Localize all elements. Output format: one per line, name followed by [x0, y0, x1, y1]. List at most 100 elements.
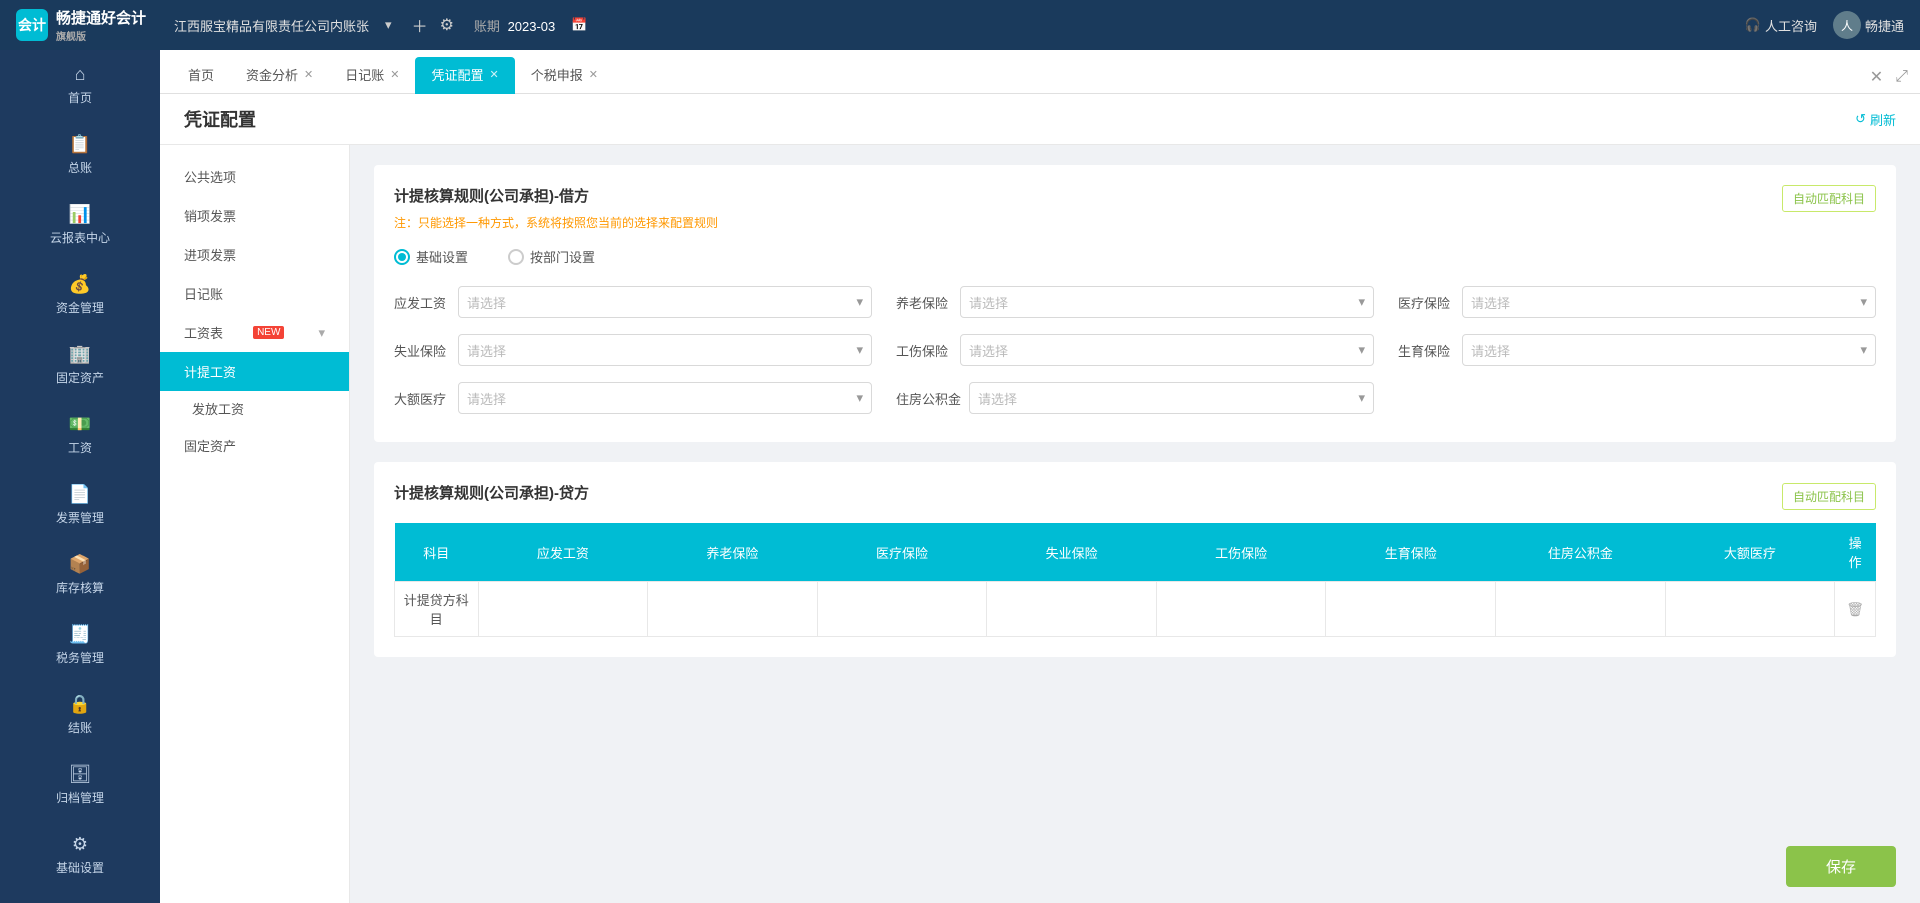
td-sybx2[interactable] — [1326, 582, 1496, 637]
sidebar-item-archive[interactable]: 🗄 归档管理 — [0, 750, 160, 820]
tab-journal-label: 日记账 — [345, 65, 384, 84]
input-ylbx2[interactable] — [826, 602, 979, 617]
sidebar: ⌂ 首页 📋 总账 📊 云报表中心 💰 资金管理 🏢 固定资产 💵 工资 📄 发… — [0, 50, 160, 903]
select-ylbx2[interactable]: 请选择 ▾ — [1462, 286, 1876, 318]
tab-tax[interactable]: 个税申报 ✕ — [515, 57, 614, 94]
archive-icon: 🗄 — [69, 764, 92, 785]
td-yfgz[interactable] — [478, 582, 648, 637]
logo-icon: 会计 — [16, 9, 48, 41]
sidebar-item-invoice[interactable]: 📄 发票管理 — [0, 470, 160, 540]
select-gsbx[interactable]: 请选择 ▾ — [960, 334, 1374, 366]
sidebar-label-inventory: 库存核算 — [56, 579, 104, 596]
expand-icon: ▾ — [318, 325, 325, 341]
sidebar-item-close[interactable]: 🔒 结账 — [0, 680, 160, 750]
td-zfgjj[interactable] — [1496, 582, 1666, 637]
sidebar-item-asset[interactable]: 🏢 固定资产 — [0, 330, 160, 400]
select-yfgz[interactable]: 请选择 ▾ — [458, 286, 872, 318]
delete-row-button[interactable]: 🗑 — [1846, 601, 1864, 617]
sidebar-label-close: 结账 — [68, 719, 92, 736]
th-yfgz: 应发工资 — [478, 523, 648, 582]
sidebar-item-ledger[interactable]: 📋 总账 — [0, 120, 160, 190]
page-header: 凭证配置 ↺ 刷新 — [160, 94, 1920, 145]
inner-layout: 公共选项 销项发票 进项发票 日记账 工资表 NEW ▾ 计提工资 — [160, 145, 1920, 903]
sidebar-item-tax[interactable]: 🧾 税务管理 — [0, 610, 160, 680]
input-ylbx[interactable] — [656, 602, 809, 617]
calendar-icon[interactable]: 📅 — [571, 17, 587, 33]
leftnav-public[interactable]: 公共选项 — [160, 157, 349, 196]
radio-dept-circle — [508, 249, 524, 265]
field-ylbx: 养老保险 请选择 ▾ — [896, 286, 1374, 318]
tab-home-label: 首页 — [188, 65, 214, 84]
tab-expand-icon[interactable]: ⤢ — [1895, 68, 1908, 86]
debit-auto-match-button[interactable]: 自动匹配科目 — [1782, 185, 1876, 212]
tab-voucher[interactable]: 凭证配置 ✕ — [415, 57, 514, 94]
avatar: 人 — [1833, 11, 1861, 39]
input-zfgjj[interactable] — [1504, 602, 1657, 617]
input-yfgz[interactable] — [487, 602, 640, 617]
select-ylbx2-placeholder: 请选择 — [1471, 293, 1510, 312]
select-zfgjj[interactable]: 请选择 ▾ — [969, 382, 1374, 414]
credit-auto-match-button[interactable]: 自动匹配科目 — [1782, 483, 1876, 510]
sidebar-item-guide[interactable]: 📖 新手引导 — [0, 890, 160, 903]
radio-basic[interactable]: 基础设置 — [394, 247, 468, 266]
settings-icon[interactable]: ⚙ — [440, 15, 454, 35]
period-label: 账期 2023-03 — [474, 16, 555, 35]
leftnav-wage-calc[interactable]: 计提工资 — [160, 352, 349, 391]
select-ylbx-placeholder: 请选择 — [969, 293, 1008, 312]
input-sybx[interactable] — [995, 602, 1148, 617]
select-sybx[interactable]: 请选择 ▾ — [458, 334, 872, 366]
sidebar-item-fund[interactable]: 💰 资金管理 — [0, 260, 160, 330]
leftnav-fixed-asset[interactable]: 固定资产 — [160, 426, 349, 465]
sidebar-label-salary: 工资 — [68, 439, 92, 456]
input-gsbx[interactable] — [1165, 602, 1318, 617]
input-sybx2[interactable] — [1334, 602, 1487, 617]
input-dely[interactable] — [1674, 602, 1827, 617]
consult-button[interactable]: 🎧 人工咨询 — [1745, 16, 1817, 35]
field-ylbx2: 医疗保险 请选择 ▾ — [1398, 286, 1876, 318]
tab-close-window-icon[interactable]: ✕ — [1870, 67, 1883, 87]
td-gsbx[interactable] — [1156, 582, 1326, 637]
page-title: 凭证配置 — [184, 106, 256, 132]
leftnav-purchase[interactable]: 进项发票 — [160, 235, 349, 274]
save-button[interactable]: 保存 — [1786, 846, 1896, 887]
sidebar-item-salary[interactable]: 💵 工资 — [0, 400, 160, 470]
field-sybx: 失业保险 请选择 ▾ — [394, 334, 872, 366]
tab-fund-close[interactable]: ✕ — [304, 68, 313, 81]
leftnav-wage-table[interactable]: 工资表 NEW ▾ — [160, 313, 349, 352]
tab-journal-close[interactable]: ✕ — [390, 68, 399, 81]
select-ylbx-arrow: ▾ — [1358, 294, 1365, 310]
company-dropdown-icon[interactable]: ▾ — [385, 17, 392, 33]
label-ylbx: 养老保险 — [896, 293, 952, 312]
leftnav-wage-pay[interactable]: 发放工资 — [160, 391, 349, 426]
refresh-button[interactable]: ↺ 刷新 — [1855, 110, 1896, 129]
tab-tax-close[interactable]: ✕ — [589, 68, 598, 81]
td-sybx[interactable] — [987, 582, 1157, 637]
sidebar-item-settings[interactable]: ⚙ 基础设置 — [0, 820, 160, 890]
asset-icon: 🏢 — [69, 344, 91, 365]
leftnav-fixed-asset-label: 固定资产 — [184, 436, 236, 455]
select-sybx2[interactable]: 请选择 ▾ — [1462, 334, 1876, 366]
td-ylbx2[interactable] — [817, 582, 987, 637]
sidebar-item-inventory[interactable]: 📦 库存核算 — [0, 540, 160, 610]
leftnav-sales[interactable]: 销项发票 — [160, 196, 349, 235]
label-sybx2: 生育保险 — [1398, 341, 1454, 360]
tab-journal[interactable]: 日记账 ✕ — [329, 57, 415, 94]
select-ylbx[interactable]: 请选择 ▾ — [960, 286, 1374, 318]
radio-dept[interactable]: 按部门设置 — [508, 247, 595, 266]
sidebar-label-settings: 基础设置 — [56, 859, 104, 876]
tab-fund[interactable]: 资金分析 ✕ — [230, 57, 329, 94]
td-ylbx[interactable] — [648, 582, 818, 637]
sidebar-item-report[interactable]: 📊 云报表中心 — [0, 190, 160, 260]
sidebar-item-home[interactable]: ⌂ 首页 — [0, 50, 160, 120]
user-area[interactable]: 人 畅捷通 — [1833, 11, 1904, 39]
select-sybx2-arrow: ▾ — [1860, 342, 1867, 358]
td-dely[interactable] — [1665, 582, 1835, 637]
tab-voucher-close[interactable]: ✕ — [490, 68, 499, 81]
tab-home[interactable]: 首页 — [172, 57, 230, 94]
th-ylbx2: 医疗保险 — [817, 523, 987, 582]
add-tab-button[interactable]: ＋ — [412, 13, 428, 37]
select-dely[interactable]: 请选择 ▾ — [458, 382, 872, 414]
leftnav-journal[interactable]: 日记账 — [160, 274, 349, 313]
sidebar-label-report: 云报表中心 — [50, 229, 110, 246]
tab-bar: 首页 资金分析 ✕ 日记账 ✕ 凭证配置 ✕ 个税申报 ✕ ✕ ⤢ — [160, 50, 1920, 94]
